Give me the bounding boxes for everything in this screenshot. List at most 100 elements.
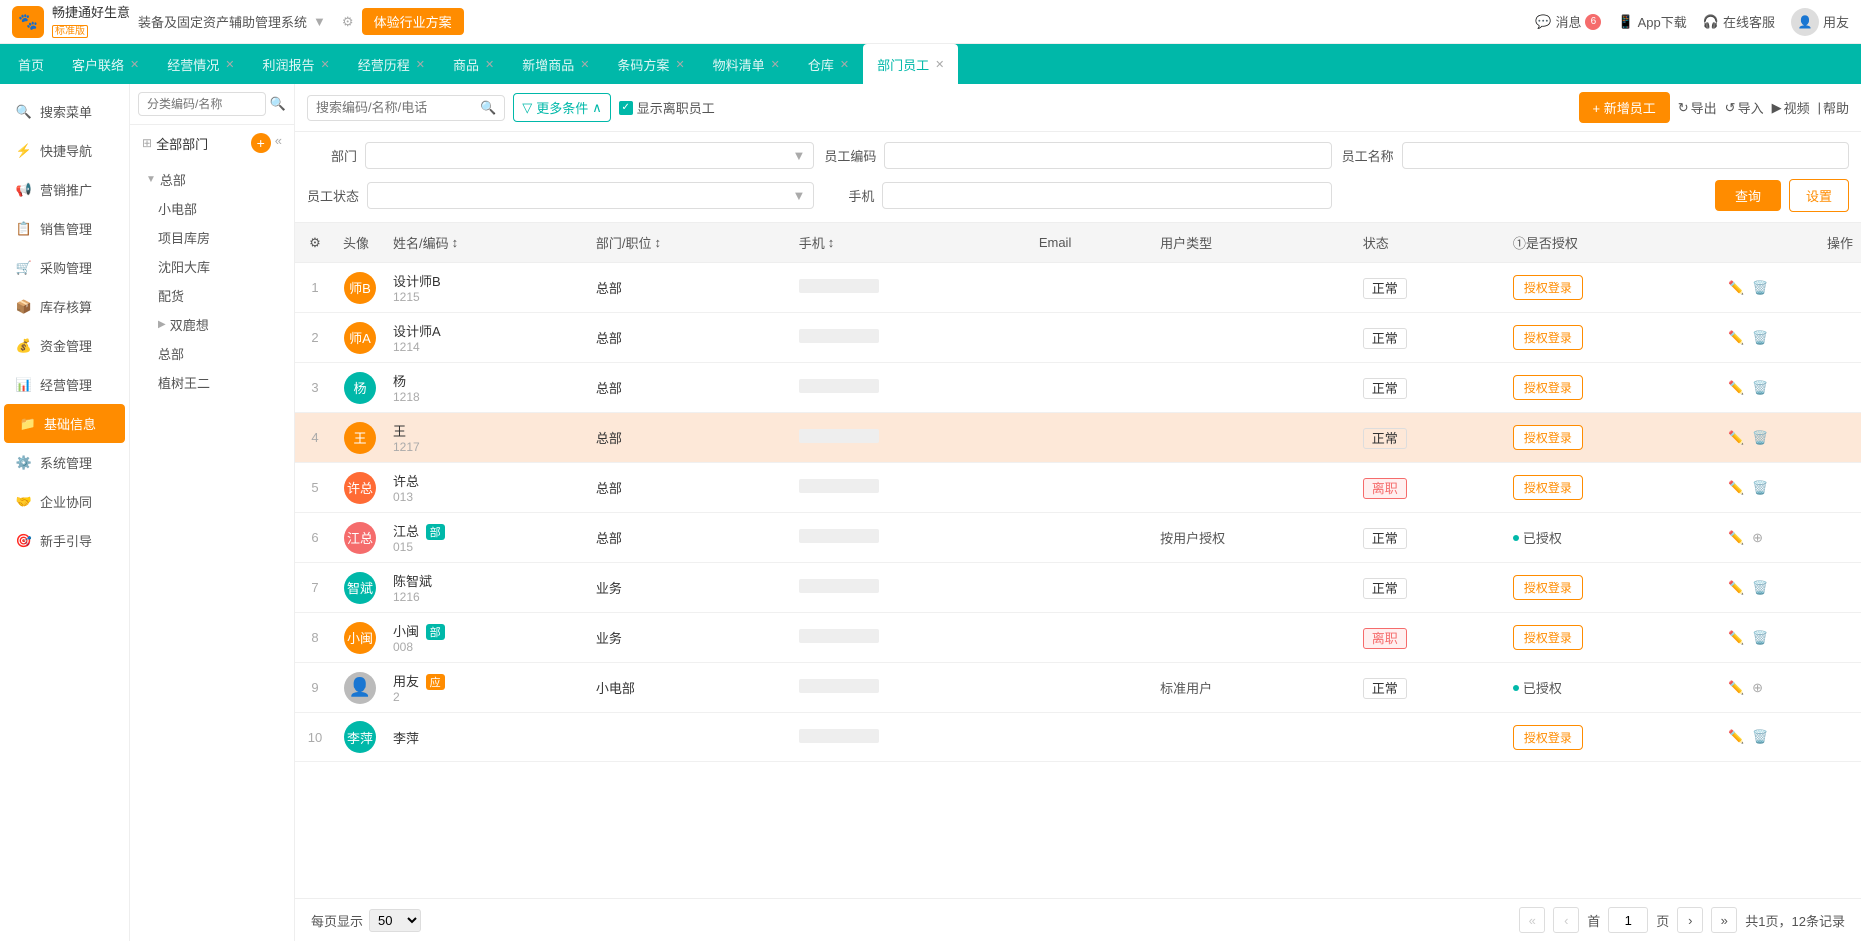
filter-btn[interactable]: ▽ 更多条件 ∧ — [513, 93, 611, 122]
tab-warehouse[interactable]: 仓库 ✕ — [794, 44, 863, 84]
close-icon[interactable]: ✕ — [580, 58, 589, 71]
close-icon[interactable]: ✕ — [225, 58, 234, 71]
close-icon[interactable]: ✕ — [416, 58, 425, 71]
collapse-icon[interactable]: « — [275, 133, 282, 153]
close-icon[interactable]: ✕ — [485, 58, 494, 71]
close-icon[interactable]: ✕ — [840, 58, 849, 71]
delete-icon[interactable]: 🗑️ — [1752, 729, 1768, 745]
edit-icon[interactable]: ✏️ — [1728, 580, 1744, 596]
delete-icon[interactable]: 🗑️ — [1752, 330, 1768, 346]
edit-icon[interactable]: ✏️ — [1728, 330, 1744, 346]
close-icon[interactable]: ✕ — [321, 58, 330, 71]
next-page-btn[interactable]: › — [1677, 907, 1703, 933]
edit-icon[interactable]: ✏️ — [1728, 729, 1744, 745]
edit-icon[interactable]: ✏️ — [1728, 530, 1744, 546]
sidebar-item-collab[interactable]: 🤝 企业协同 — [0, 482, 129, 521]
auth-btn[interactable]: 授权登录 — [1513, 375, 1583, 400]
tab-profit[interactable]: 利润报告 ✕ — [248, 44, 343, 84]
add-dept-btn[interactable]: + — [251, 133, 271, 153]
message-btn[interactable]: 💬 消息 6 — [1535, 12, 1601, 31]
online-service-btn[interactable]: 🎧 在线客服 — [1703, 12, 1775, 31]
th-name[interactable]: 姓名/编码 ↕ — [385, 223, 588, 263]
tab-bom[interactable]: 物料清单 ✕ — [699, 44, 794, 84]
sidebar-item-marketing[interactable]: 📢 营销推广 — [0, 170, 129, 209]
auth-btn[interactable]: 授权登录 — [1513, 575, 1583, 600]
query-btn[interactable]: 查询 — [1715, 180, 1781, 211]
copy-icon[interactable]: ⊕ — [1752, 680, 1763, 696]
edit-icon[interactable]: ✏️ — [1728, 380, 1744, 396]
dept-node-small-elec[interactable]: 小电部 — [130, 194, 294, 223]
app-download-btn[interactable]: 📱 App下载 — [1617, 12, 1686, 31]
th-phone[interactable]: 手机 ↕ — [791, 223, 1031, 263]
search-input[interactable] — [316, 100, 476, 115]
sidebar-item-system[interactable]: ⚙️ 系统管理 — [0, 443, 129, 482]
tab-operation[interactable]: 经营情况 ✕ — [153, 44, 248, 84]
auth-btn[interactable]: 授权登录 — [1513, 425, 1583, 450]
import-btn[interactable]: ↺ 导入 — [1725, 98, 1764, 117]
set-btn[interactable]: 设置 — [1789, 179, 1849, 212]
sidebar-item-management[interactable]: 📊 经营管理 — [0, 365, 129, 404]
sidebar-item-search[interactable]: 🔍 搜索菜单 — [0, 92, 129, 131]
status-select[interactable]: ▼ — [367, 182, 814, 209]
dept-node-distribution[interactable]: 配货 — [130, 281, 294, 310]
last-page-btn[interactable]: » — [1711, 907, 1737, 933]
dept-node-general[interactable]: ▼ 总部 — [130, 165, 294, 194]
sidebar-item-sales[interactable]: 📋 销售管理 — [0, 209, 129, 248]
th-settings[interactable]: ⚙ — [295, 223, 335, 263]
close-icon[interactable]: ✕ — [771, 58, 780, 71]
page-input[interactable] — [1608, 907, 1648, 933]
export-btn[interactable]: ↻ 导出 — [1678, 98, 1717, 117]
dept-select[interactable]: ▼ — [365, 142, 814, 169]
auth-btn[interactable]: 授权登录 — [1513, 325, 1583, 350]
delete-icon[interactable]: 🗑️ — [1752, 580, 1768, 596]
auth-btn[interactable]: 授权登录 — [1513, 275, 1583, 300]
emp-name-input[interactable] — [1402, 142, 1849, 169]
edit-icon[interactable]: ✏️ — [1728, 630, 1744, 646]
show-resigned-toggle[interactable]: ✓ 显示离职员工 — [619, 98, 715, 117]
sidebar-item-purchase[interactable]: 🛒 采购管理 — [0, 248, 129, 287]
sidebar-item-shortcut[interactable]: ⚡ 快捷导航 — [0, 131, 129, 170]
tab-add-goods[interactable]: 新增商品 ✕ — [508, 44, 603, 84]
delete-icon[interactable]: 🗑️ — [1752, 430, 1768, 446]
dept-node-project[interactable]: 项目库房 — [130, 223, 294, 252]
edit-icon[interactable]: ✏️ — [1728, 480, 1744, 496]
delete-icon[interactable]: 🗑️ — [1752, 380, 1768, 396]
gear-icon[interactable]: ⚙ — [342, 14, 354, 30]
sidebar-item-finance[interactable]: 💰 资金管理 — [0, 326, 129, 365]
close-icon[interactable]: ✕ — [130, 58, 139, 71]
delete-icon[interactable]: 🗑️ — [1752, 480, 1768, 496]
first-page-btn[interactable]: « — [1519, 907, 1545, 933]
close-icon[interactable]: ✕ — [935, 58, 944, 71]
copy-icon[interactable]: ⊕ — [1752, 530, 1763, 546]
th-dept[interactable]: 部门/职位 ↕ — [588, 223, 791, 263]
user-btn[interactable]: 👤 用友 — [1791, 8, 1849, 36]
edit-icon[interactable]: ✏️ — [1728, 280, 1744, 296]
per-page-select[interactable]: 50 100 — [369, 909, 421, 932]
phone-input[interactable] — [882, 182, 1331, 209]
help-btn[interactable]: | 帮助 — [1818, 98, 1849, 117]
emp-code-input[interactable] — [884, 142, 1331, 169]
sidebar-item-basic[interactable]: 📁 基础信息 — [4, 404, 125, 443]
view-btn[interactable]: ▶ 视频 — [1772, 98, 1810, 117]
dept-node-shenyang[interactable]: 沈阳大库 — [130, 252, 294, 281]
dept-node-zhishu[interactable]: 植树王二 — [130, 368, 294, 397]
tab-customer[interactable]: 客户联络 ✕ — [58, 44, 153, 84]
edit-icon[interactable]: ✏️ — [1728, 430, 1744, 446]
auth-btn[interactable]: 授权登录 — [1513, 475, 1583, 500]
dept-node-zongbu[interactable]: 总部 — [130, 339, 294, 368]
tab-goods[interactable]: 商品 ✕ — [439, 44, 508, 84]
tab-barcode[interactable]: 条码方案 ✕ — [603, 44, 698, 84]
dept-search-input[interactable] — [138, 92, 266, 116]
edit-icon[interactable]: ✏️ — [1728, 680, 1744, 696]
trial-button[interactable]: 体验行业方案 — [362, 8, 464, 35]
sidebar-item-inventory[interactable]: 📦 库存核算 — [0, 287, 129, 326]
auth-btn[interactable]: 授权登录 — [1513, 725, 1583, 750]
dept-node-shuangluxiang[interactable]: ▶ 双鹿想 — [130, 310, 294, 339]
prev-page-btn[interactable]: ‹ — [1553, 907, 1579, 933]
add-employee-btn[interactable]: + 新增员工 — [1579, 92, 1670, 123]
delete-icon[interactable]: 🗑️ — [1752, 630, 1768, 646]
tab-history[interactable]: 经营历程 ✕ — [344, 44, 439, 84]
auth-btn[interactable]: 授权登录 — [1513, 625, 1583, 650]
tab-department[interactable]: 部门员工 ✕ — [863, 44, 958, 84]
tab-home[interactable]: 首页 — [4, 44, 58, 84]
